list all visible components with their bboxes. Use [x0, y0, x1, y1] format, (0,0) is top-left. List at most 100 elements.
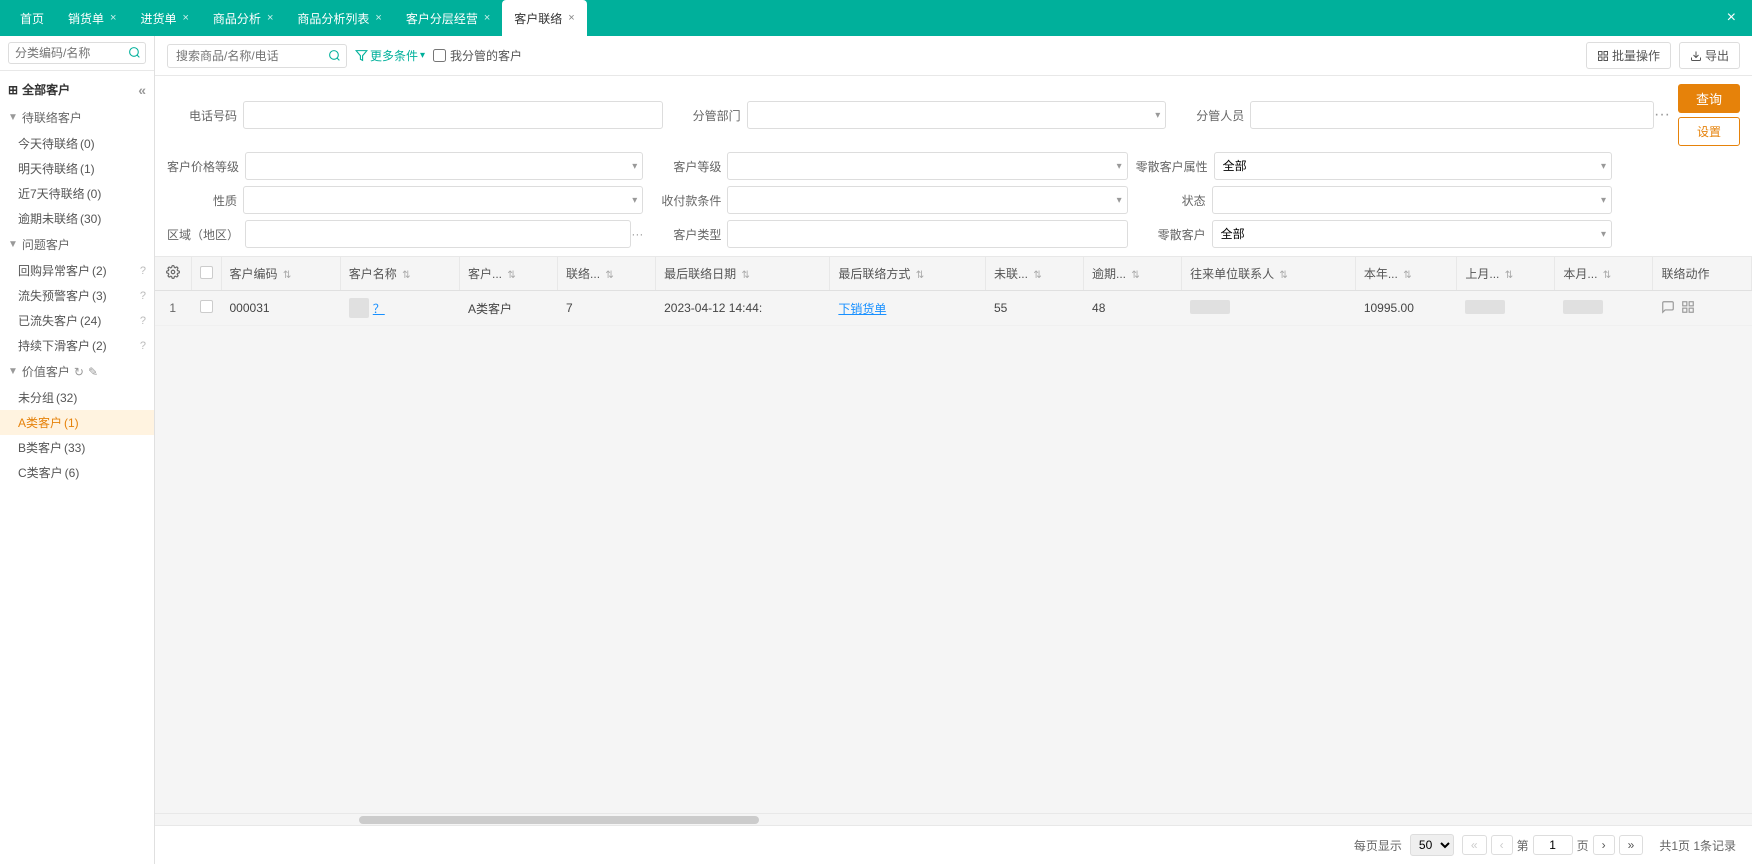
sidebar-group-title-pending[interactable]: ▼ 待联络客户: [0, 104, 154, 131]
page-input[interactable]: [1533, 835, 1573, 855]
export-btn[interactable]: 导出: [1679, 42, 1740, 69]
sort-contact-count-icon[interactable]: ⇅: [605, 270, 613, 281]
close-product-analysis-tab[interactable]: ×: [267, 12, 273, 24]
triangle-icon: ▼: [8, 112, 18, 123]
query-btn[interactable]: 查询: [1678, 84, 1740, 113]
sidebar-search-input[interactable]: [8, 42, 146, 64]
sidebar-item-unclassified[interactable]: 未分组 (32): [0, 385, 154, 410]
sort-contact-person-icon[interactable]: ⇅: [1279, 270, 1287, 281]
close-customer-segment-tab[interactable]: ×: [484, 12, 490, 24]
horizontal-scrollbar[interactable]: [155, 813, 1752, 825]
select-all-checkbox[interactable]: [200, 266, 213, 279]
filter-customer-type-label: 客户类型: [651, 226, 721, 243]
next-page-btn[interactable]: ›: [1593, 835, 1615, 855]
message-icon[interactable]: [1661, 300, 1675, 317]
edit-icon[interactable]: ✎: [88, 365, 98, 379]
sidebar-item-class-b[interactable]: B类客户 (33): [0, 435, 154, 460]
close-customer-contact-tab[interactable]: ×: [568, 12, 574, 24]
sort-last-month-icon[interactable]: ⇅: [1505, 270, 1513, 281]
sort-name-icon[interactable]: ⇅: [402, 270, 410, 281]
nav-tab-purchase[interactable]: 进货单 ×: [128, 0, 200, 36]
my-customers-checkbox[interactable]: 我分管的客户: [433, 47, 522, 64]
nav-tab-sales[interactable]: 销货单 ×: [56, 0, 128, 36]
sidebar-item-class-c[interactable]: C类客户 (6): [0, 460, 154, 485]
filter-search-icon[interactable]: [328, 49, 341, 62]
prev-page-btn[interactable]: ‹: [1491, 835, 1513, 855]
filter-phone-input[interactable]: [243, 101, 663, 129]
sidebar-item-class-a[interactable]: A类客户 (1): [0, 410, 154, 435]
filter-more-btn[interactable]: 更多条件 ▾: [355, 47, 425, 64]
nav-tab-customer-segment[interactable]: 客户分层经营 ×: [394, 0, 502, 36]
help-icon-2[interactable]: ?: [140, 290, 146, 302]
first-page-btn[interactable]: «: [1462, 835, 1487, 855]
sort-current-year-icon[interactable]: ⇅: [1403, 270, 1411, 281]
filter-payment-select[interactable]: [727, 186, 1127, 214]
sidebar-item-churned[interactable]: 已流失客户 (24) ?: [0, 308, 154, 333]
sidebar-search-icon[interactable]: [128, 46, 141, 59]
sidebar-item-7days[interactable]: 近7天待联络 (0): [0, 181, 154, 206]
filter-customer-type-input[interactable]: [727, 220, 1127, 248]
last-page-btn[interactable]: »: [1619, 835, 1644, 855]
per-page-select[interactable]: 50: [1410, 834, 1454, 856]
sidebar-item-churn-warning[interactable]: 流失预警客户 (3) ?: [0, 283, 154, 308]
sidebar-collapse-btn[interactable]: «: [138, 82, 146, 98]
filter-retail-attr-select[interactable]: 全部: [1214, 152, 1612, 180]
filter-retail-customer-select[interactable]: 全部: [1212, 220, 1612, 248]
filter-price-level-select[interactable]: [245, 152, 643, 180]
sort-current-month-icon[interactable]: ⇅: [1603, 270, 1611, 281]
filter-customer-type: 客户类型: [651, 220, 1127, 248]
region-dots-btn[interactable]: ···: [631, 227, 643, 241]
close-product-list-tab[interactable]: ×: [375, 12, 381, 24]
qr-icon[interactable]: [1681, 300, 1695, 317]
sidebar-item-tomorrow[interactable]: 明天待联络 (1): [0, 156, 154, 181]
sidebar-item-today[interactable]: 今天待联络 (0): [0, 131, 154, 156]
filter-payment-label: 收付款条件: [651, 192, 721, 209]
sort-type-icon[interactable]: ⇅: [507, 270, 515, 281]
sidebar-item-repurchase-anomaly[interactable]: 回购异常客户 (2) ?: [0, 258, 154, 283]
sort-no-contact-icon[interactable]: ⇅: [1033, 270, 1041, 281]
content-area: 更多条件 ▾ 我分管的客户 批量操作 导出: [155, 36, 1752, 864]
filter-nature-select[interactable]: [243, 186, 643, 214]
td-name[interactable]: ？: [340, 291, 459, 326]
sort-overdue-icon[interactable]: ⇅: [1131, 270, 1139, 281]
settings-btn[interactable]: 设置: [1678, 117, 1740, 146]
close-all-tabs[interactable]: ×: [1719, 5, 1744, 31]
help-icon-4[interactable]: ?: [140, 340, 146, 352]
close-purchase-tab[interactable]: ×: [182, 12, 188, 24]
filter-retail-customer-wrap: 全部 ▾: [1212, 220, 1612, 248]
last-contact-method-link[interactable]: 下销货单: [838, 302, 886, 316]
filter-search-input[interactable]: [167, 44, 347, 68]
sidebar-group-title-problem[interactable]: ▼ 问题客户: [0, 231, 154, 258]
sort-code-icon[interactable]: ⇅: [283, 270, 291, 281]
sort-last-contact-date-icon[interactable]: ⇅: [741, 270, 749, 281]
manager-dots-btn[interactable]: ···: [1654, 107, 1670, 123]
td-check[interactable]: [191, 291, 221, 326]
nav-tab-home[interactable]: 首页: [8, 0, 56, 36]
scrollbar-thumb[interactable]: [359, 816, 759, 824]
refresh-icon[interactable]: ↻: [74, 365, 84, 379]
filter-customer-level-select[interactable]: [727, 152, 1127, 180]
row-checkbox[interactable]: [200, 300, 213, 313]
batch-action-btn[interactable]: 批量操作: [1586, 42, 1671, 69]
help-icon-3[interactable]: ?: [140, 315, 146, 327]
customer-name-link[interactable]: ？: [373, 300, 385, 317]
filter-dept-select[interactable]: [747, 101, 1167, 129]
sidebar-group-title-value[interactable]: ▼ 价值客户 ↻ ✎: [0, 358, 154, 385]
th-settings[interactable]: [155, 257, 191, 291]
sidebar-item-declining[interactable]: 持续下滑客户 (2) ?: [0, 333, 154, 358]
nav-tab-customer-contact[interactable]: 客户联络 ×: [502, 0, 586, 36]
nav-tab-product-analysis[interactable]: 商品分析 ×: [201, 0, 285, 36]
sidebar-item-overdue[interactable]: 逾期未联络 (30): [0, 206, 154, 231]
filter-manager-input[interactable]: [1250, 101, 1654, 129]
my-customers-check-input[interactable]: [433, 49, 446, 62]
nav-tab-product-list[interactable]: 商品分析列表 ×: [285, 0, 393, 36]
sort-last-contact-method-icon[interactable]: ⇅: [916, 270, 924, 281]
th-check[interactable]: [191, 257, 221, 291]
filter-region-label: 区域（地区）: [167, 226, 239, 243]
close-sales-tab[interactable]: ×: [110, 12, 116, 24]
filter-status-select[interactable]: [1212, 186, 1612, 214]
sidebar-all-customers[interactable]: ⊞ 全部客户 «: [0, 75, 154, 104]
td-last-contact-method[interactable]: 下销货单: [830, 291, 986, 326]
help-icon-1[interactable]: ?: [140, 265, 146, 277]
filter-region-input[interactable]: [245, 220, 631, 248]
